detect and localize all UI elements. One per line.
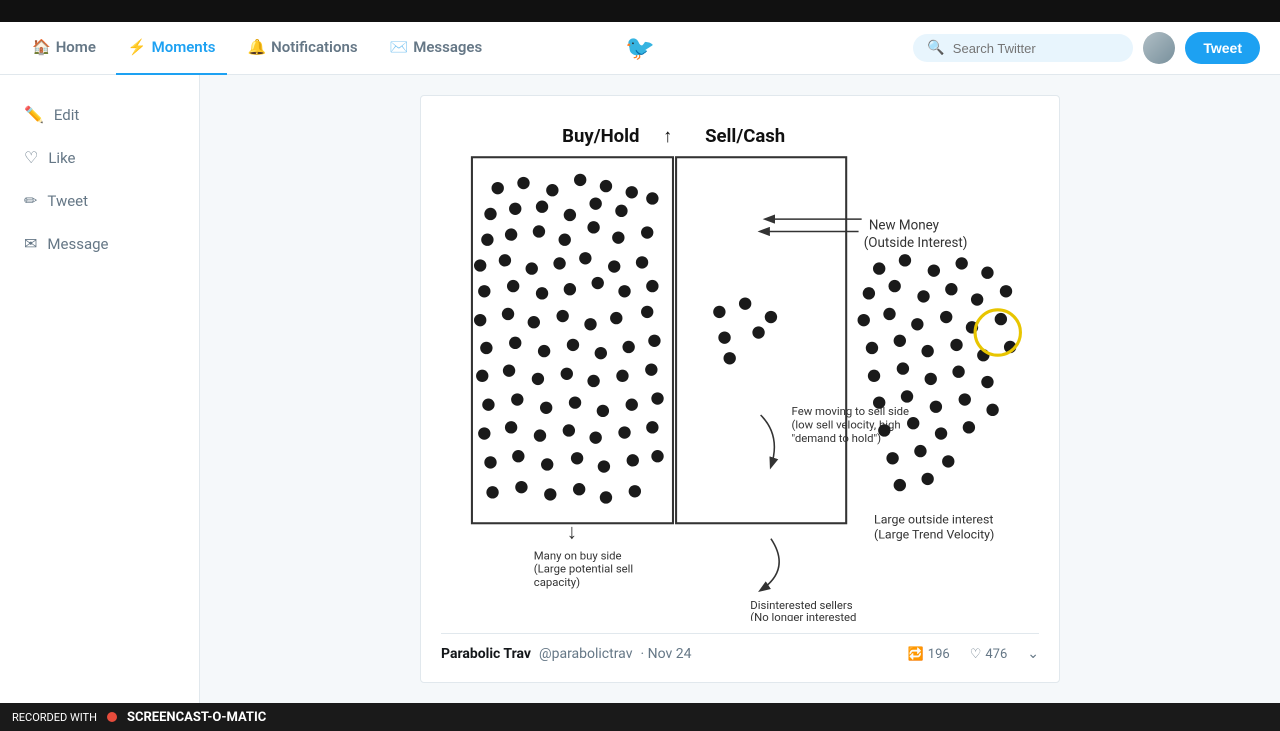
sidebar: ✏️ Edit ♡ Like ✏ Tweet ✉ Message	[0, 75, 200, 703]
nav-notifications-label: Notifications	[271, 38, 357, 56]
tweet-button[interactable]: Tweet	[1185, 32, 1260, 64]
search-icon: 🔍	[927, 40, 944, 56]
recorded-with-label: RECORDED WITH	[12, 711, 97, 724]
edit-icon: ✏️	[24, 105, 44, 124]
sidebar-like-label: Like	[48, 149, 75, 167]
svg-text:New Money: New Money	[869, 218, 940, 233]
tweet-footer: Parabolic Trav @parabolictrav · Nov 24 🔁…	[441, 633, 1039, 662]
heart-icon: ♡	[24, 148, 38, 167]
tweet-card: Buy/Hold ↑ Sell/Cash	[420, 95, 1060, 683]
bell-icon: 🔔	[247, 38, 266, 56]
search-box[interactable]: 🔍	[913, 34, 1133, 62]
svg-text:Sell/Cash: Sell/Cash	[705, 125, 785, 147]
svg-text:Buy/Hold: Buy/Hold	[562, 125, 639, 147]
svg-text:(No longer interested: (No longer interested	[750, 610, 856, 621]
nav-right: 🔍 Tweet	[913, 32, 1260, 64]
svg-text:Many on buy side: Many on buy side	[534, 548, 622, 562]
tweet-date: · Nov 24	[640, 646, 691, 662]
retweet-action[interactable]: 🔁 196	[908, 647, 950, 662]
svg-text:capacity): capacity)	[534, 575, 580, 589]
twitter-bird-icon[interactable]: 🐦	[625, 34, 655, 62]
navigation: 🏠 Home ⚡ Moments 🔔 Notifications ✉️ Mess…	[0, 22, 1280, 75]
chevron-down-icon: ⌄	[1027, 646, 1039, 662]
main-content: ✏️ Edit ♡ Like ✏ Tweet ✉ Message Buy/Hol…	[0, 75, 1280, 703]
screencast-dot-icon	[107, 712, 117, 722]
sidebar-edit-label: Edit	[54, 106, 79, 124]
nav-moments-label: Moments	[152, 38, 216, 56]
retweet-count: 196	[928, 647, 950, 662]
content-area: Buy/Hold ↑ Sell/Cash	[200, 75, 1280, 703]
sidebar-edit[interactable]: ✏️ Edit	[10, 95, 189, 134]
home-icon: 🏠	[32, 38, 51, 56]
svg-text:Few moving to sell side: Few moving to sell side	[792, 404, 910, 418]
svg-text:"demand to hold"): "demand to hold")	[792, 431, 882, 445]
sidebar-like[interactable]: ♡ Like	[10, 138, 189, 177]
diagram-svg: Buy/Hold ↑ Sell/Cash	[441, 116, 1039, 621]
top-black-bar	[0, 0, 1280, 22]
svg-text:(Large potential sell: (Large potential sell	[534, 562, 633, 576]
svg-text:(Large Trend Velocity): (Large Trend Velocity)	[874, 528, 994, 543]
svg-text:(Outside Interest): (Outside Interest)	[864, 236, 968, 251]
svg-text:↓: ↓	[567, 521, 577, 545]
nav-moments[interactable]: ⚡ Moments	[116, 22, 228, 75]
like-count: 476	[985, 647, 1007, 662]
twitter-logo-container: 🐦	[625, 34, 655, 62]
diagram-container: Buy/Hold ↑ Sell/Cash	[441, 116, 1039, 621]
sidebar-message[interactable]: ✉ Message	[10, 224, 189, 263]
nav-home[interactable]: 🏠 Home	[20, 22, 108, 75]
tweet-author: Parabolic Trav	[441, 646, 531, 662]
retweet-icon: 🔁	[908, 647, 924, 662]
sidebar-tweet-label: Tweet	[47, 192, 88, 210]
screencast-brand-label: SCREENCAST-O-MATIC	[127, 710, 266, 725]
avatar[interactable]	[1143, 32, 1175, 64]
heart-icon: ♡	[970, 647, 982, 662]
tweet-actions: 🔁 196 ♡ 476 ⌄	[908, 646, 1039, 662]
more-action[interactable]: ⌄	[1027, 646, 1039, 662]
like-action[interactable]: ♡ 476	[970, 647, 1008, 662]
svg-text:↑: ↑	[663, 125, 672, 147]
nav-left: 🏠 Home ⚡ Moments 🔔 Notifications ✉️ Mess…	[20, 22, 494, 75]
search-input[interactable]	[953, 41, 1120, 56]
bottom-bar: RECORDED WITH SCREENCAST-O-MATIC	[0, 703, 1280, 731]
tweet-handle: @parabolictrav	[539, 646, 632, 662]
tweet-icon: ✏	[24, 191, 37, 210]
nav-messages-label: Messages	[413, 38, 482, 56]
message-icon: ✉	[24, 234, 37, 253]
nav-messages[interactable]: ✉️ Messages	[378, 22, 495, 75]
moments-icon: ⚡	[128, 38, 147, 56]
nav-home-label: Home	[56, 38, 96, 56]
sidebar-message-label: Message	[47, 235, 108, 253]
svg-text:Large outside interest: Large outside interest	[874, 513, 993, 527]
sidebar-tweet[interactable]: ✏ Tweet	[10, 181, 189, 220]
mail-icon: ✉️	[390, 38, 409, 56]
nav-notifications[interactable]: 🔔 Notifications	[235, 22, 369, 75]
avatar-image	[1143, 32, 1175, 64]
